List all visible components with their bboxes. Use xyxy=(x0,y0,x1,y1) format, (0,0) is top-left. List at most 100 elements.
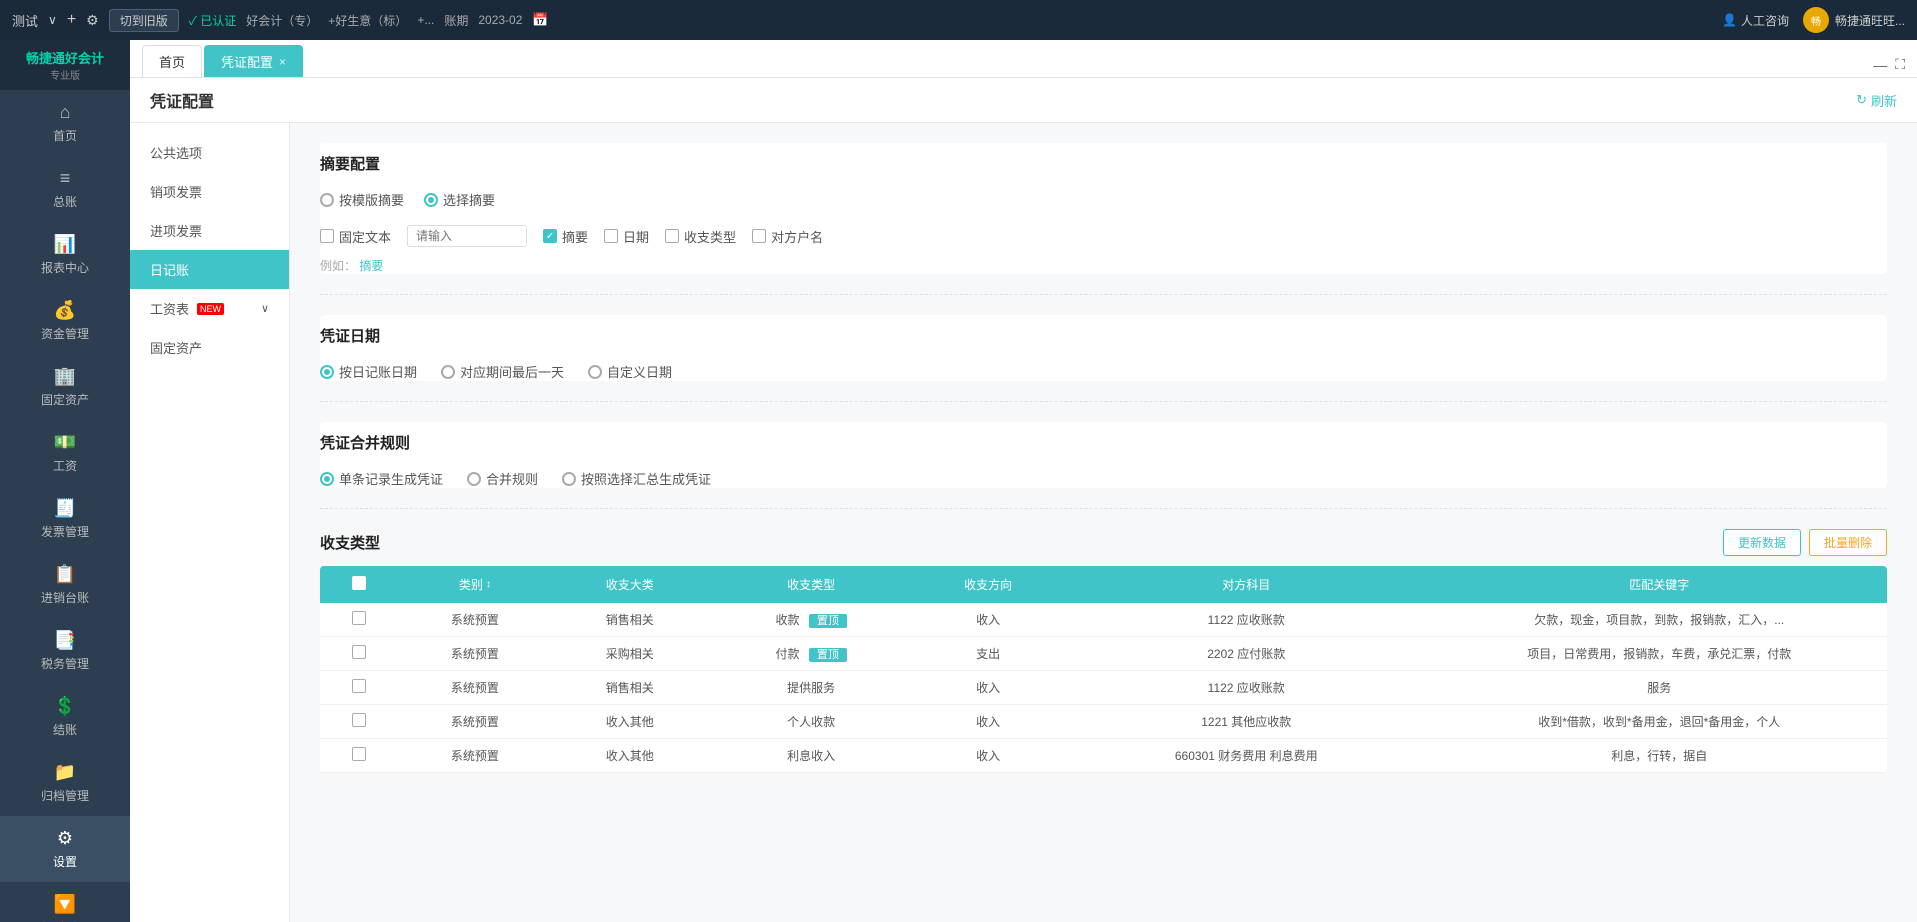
user-menu[interactable]: 畅 畅捷通旺旺... xyxy=(1803,7,1905,33)
sidebar-item-settings[interactable]: ⚙ 设置 xyxy=(0,816,130,882)
left-nav-purchase-invoice[interactable]: 进项发票 xyxy=(130,211,289,250)
radio-journal-date[interactable]: 按日记账日期 xyxy=(320,362,417,381)
tab-voucher-config[interactable]: 凭证配置 × xyxy=(204,45,303,77)
sidebar-label-settle: 结账 xyxy=(53,721,77,738)
row1-top-tag[interactable]: 置顶 xyxy=(809,614,847,628)
sidebar-label-archive: 归档管理 xyxy=(41,787,89,804)
row5-checkbox[interactable] xyxy=(352,747,366,761)
batch-delete-button[interactable]: 批量删除 xyxy=(1809,529,1887,556)
page-title: 凭证配置 xyxy=(150,88,214,112)
income-expense-table: 类别 ↕ 收支大类 收支类型 收支方向 对方科目 匹配关键字 xyxy=(320,566,1887,773)
gear-icon[interactable]: ⚙ xyxy=(86,12,99,29)
period-value: 2023-02 xyxy=(478,13,522,27)
radio-period-last[interactable]: 对应期间最后一天 xyxy=(441,362,564,381)
row2-type-text: 付款 xyxy=(776,647,800,661)
sidebar-item-sales[interactable]: 📋 进销台账 xyxy=(0,552,130,618)
sidebar-item-fund[interactable]: 💰 资金管理 xyxy=(0,288,130,354)
radio-select-summary[interactable]: 选择摘要 xyxy=(424,190,495,209)
checkbox-type[interactable]: 收支类型 xyxy=(665,227,736,246)
add-icon[interactable]: + xyxy=(67,11,76,29)
tab-voucher-config-label: 凭证配置 xyxy=(221,52,273,71)
radio-merge[interactable]: 合并规则 xyxy=(467,469,538,488)
row1-checkbox[interactable] xyxy=(352,611,366,625)
left-nav-payroll[interactable]: 工资表 NEW ∨ xyxy=(130,289,289,328)
sidebar: 畅捷通好会计 专业版 ⌂ 首页 ≡ 总账 📊 报表中心 💰 资金管理 🏢 固定资… xyxy=(0,40,130,922)
row2-top-tag[interactable]: 置顶 xyxy=(809,648,847,662)
row2-category: 系统预置 xyxy=(397,637,552,671)
radio-custom-date[interactable]: 自定义日期 xyxy=(588,362,672,381)
sidebar-item-salary[interactable]: 💵 工资 xyxy=(0,420,130,486)
sort-icon[interactable]: ↕ xyxy=(486,579,491,590)
row3-checkbox[interactable] xyxy=(352,679,366,693)
header-checkbox[interactable] xyxy=(352,576,366,590)
maximize-icon[interactable]: ⛶ xyxy=(1895,56,1905,73)
certified-tag: ✓ 已认证 xyxy=(189,12,237,29)
invoice-mgmt-icon: 🧾 xyxy=(54,498,76,519)
radio-total[interactable]: 按照选择汇总生成凭证 xyxy=(562,469,711,488)
sidebar-item-home[interactable]: ⌂ 首页 xyxy=(0,90,130,156)
fixed-text-input[interactable] xyxy=(407,225,527,247)
row5-subject: 660301 财务费用 利息费用 xyxy=(1061,739,1432,773)
sidebar-item-asset[interactable]: 🏢 固定资产 xyxy=(0,354,130,420)
close-tab-icon[interactable]: × xyxy=(279,55,286,69)
checkbox-party[interactable]: 对方户名 xyxy=(752,227,823,246)
sidebar-label-ledger: 总账 xyxy=(53,193,77,210)
merge-rules-title: 凭证合并规则 xyxy=(320,422,1887,453)
switch-version-button[interactable]: 切到旧版 xyxy=(109,9,179,32)
example-value: 摘要 xyxy=(359,259,383,273)
left-nav-sales-invoice[interactable]: 销项发票 xyxy=(130,172,289,211)
sidebar-item-archive[interactable]: 📁 归档管理 xyxy=(0,750,130,816)
row1-major-type: 销售相关 xyxy=(552,603,707,637)
settings-icon: ⚙ xyxy=(57,828,73,849)
row4-checkbox[interactable] xyxy=(352,713,366,727)
date-checkbox-box[interactable] xyxy=(604,229,618,243)
chevron-down-icon[interactable]: ∨ xyxy=(48,13,57,27)
row2-direction: 支出 xyxy=(915,637,1061,671)
update-data-button[interactable]: 更新数据 xyxy=(1723,529,1801,556)
sidebar-item-ledger[interactable]: ≡ 总账 xyxy=(0,156,130,222)
calendar-icon[interactable]: 📅 xyxy=(532,12,548,28)
row2-checkbox[interactable] xyxy=(352,645,366,659)
period-last-label: 对应期间最后一天 xyxy=(460,362,564,381)
left-nav-fixed-asset[interactable]: 固定资产 xyxy=(130,328,289,367)
expand-icon[interactable]: ∨ xyxy=(261,302,269,315)
th-subject: 对方科目 xyxy=(1061,566,1432,603)
radio-template-summary[interactable]: 按模版摘要 xyxy=(320,190,404,209)
settle-icon: 💲 xyxy=(54,696,76,717)
party-checkbox-box[interactable] xyxy=(752,229,766,243)
left-nav-journal-label: 日记账 xyxy=(150,260,189,279)
fixed-text-checkbox[interactable] xyxy=(320,229,334,243)
radio-single[interactable]: 单条记录生成凭证 xyxy=(320,469,443,488)
table-section-header: 收支类型 更新数据 批量删除 xyxy=(320,529,1887,556)
divider-3 xyxy=(320,508,1887,509)
sidebar-item-tax[interactable]: 📑 税务管理 xyxy=(0,618,130,684)
sidebar-item-guide[interactable]: 🔽 新手引导 xyxy=(0,882,130,922)
left-nav-public-label: 公共选项 xyxy=(150,143,202,162)
logo-main: 畅捷通好会计 xyxy=(26,48,104,67)
tab-home[interactable]: 首页 xyxy=(142,45,202,77)
row3-major-type: 销售相关 xyxy=(552,671,707,705)
checkbox-date[interactable]: 日期 xyxy=(604,227,649,246)
radio-template-circle xyxy=(320,193,334,207)
checkbox-summary[interactable]: ✓ 摘要 xyxy=(543,227,588,246)
table-action-btns: 更新数据 批量删除 xyxy=(1723,529,1887,556)
sidebar-item-invoice-mgmt[interactable]: 🧾 发票管理 xyxy=(0,486,130,552)
summary-checkbox-box[interactable]: ✓ xyxy=(543,229,557,243)
radio-template-label: 按模版摘要 xyxy=(339,190,404,209)
radio-select-label: 选择摘要 xyxy=(443,190,495,209)
left-nav-public[interactable]: 公共选项 xyxy=(130,133,289,172)
sidebar-item-settle[interactable]: 💲 结账 xyxy=(0,684,130,750)
consult-button[interactable]: 👤 人工咨询 xyxy=(1722,12,1789,29)
row3-subject: 1122 应收账款 xyxy=(1061,671,1432,705)
checkbox-fixed-text[interactable]: 固定文本 xyxy=(320,227,391,246)
minimize-icon[interactable]: — xyxy=(1873,57,1887,73)
new-badge: NEW xyxy=(197,303,224,315)
th-category-label: 类别 xyxy=(459,576,483,593)
refresh-button[interactable]: ↻ 刷新 xyxy=(1856,91,1897,110)
sidebar-item-report[interactable]: 📊 报表中心 xyxy=(0,222,130,288)
voucher-date-section: 凭证日期 按日记账日期 对应期间最后一天 自定义日期 xyxy=(320,315,1887,381)
type-checkbox-label: 收支类型 xyxy=(684,227,736,246)
left-nav-journal[interactable]: 日记账 xyxy=(130,250,289,289)
radio-select-circle xyxy=(424,193,438,207)
type-checkbox-box[interactable] xyxy=(665,229,679,243)
